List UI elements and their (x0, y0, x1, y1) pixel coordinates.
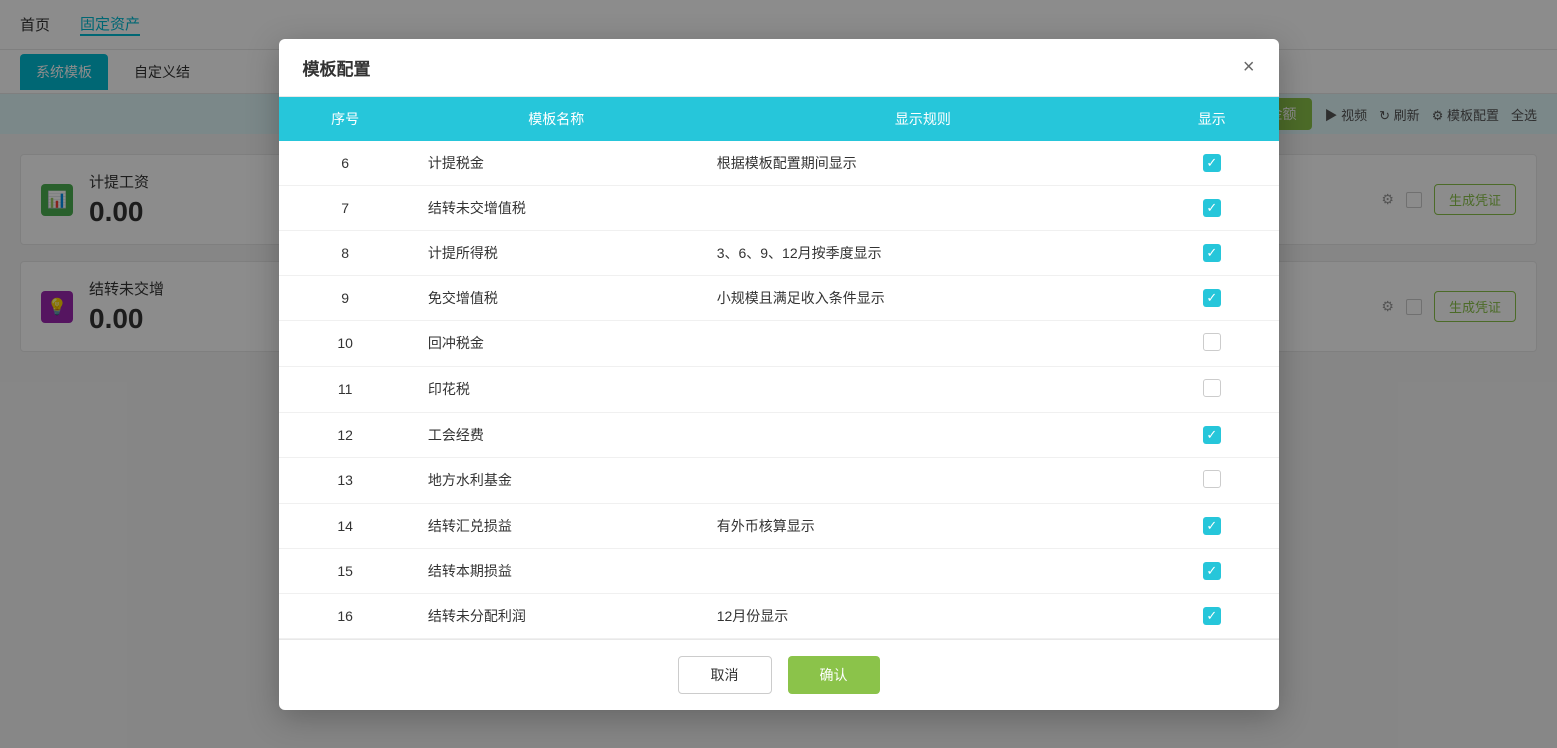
cell-name: 回冲税金 (412, 320, 701, 366)
col-header-rule: 显示规则 (701, 97, 1145, 141)
checkbox-checked[interactable]: ✓ (1203, 607, 1221, 625)
cell-display[interactable] (1145, 366, 1278, 412)
cell-display[interactable]: ✓ (1145, 412, 1278, 457)
table-row: 12工会经费 ✓ (279, 412, 1279, 457)
checkbox-checked[interactable]: ✓ (1203, 289, 1221, 307)
cell-name: 计提所得税 (412, 230, 701, 275)
config-table: 序号 模板名称 显示规则 显示 6计提税金根据模板配置期间显示✓7结转未交增值税… (279, 97, 1279, 639)
table-row: 7结转未交增值税 ✓ (279, 185, 1279, 230)
checkbox-unchecked[interactable] (1203, 333, 1221, 351)
cell-name: 地方水利基金 (412, 457, 701, 503)
cell-display[interactable]: ✓ (1145, 141, 1278, 186)
table-header-row: 序号 模板名称 显示规则 显示 (279, 97, 1279, 141)
cell-display[interactable]: ✓ (1145, 548, 1278, 593)
table-row: 13地方水利基金 (279, 457, 1279, 503)
modal-footer: 取消 确认 (279, 639, 1279, 710)
modal-body: 序号 模板名称 显示规则 显示 6计提税金根据模板配置期间显示✓7结转未交增值税… (279, 97, 1279, 639)
col-header-display: 显示 (1145, 97, 1278, 141)
modal-overlay: 模板配置 × 序号 模板名称 显示规则 显示 6计提税金根据模板配置期间显示✓7… (0, 0, 1557, 748)
checkbox-checked[interactable]: ✓ (1203, 199, 1221, 217)
cell-rule (701, 185, 1145, 230)
table-row: 6计提税金根据模板配置期间显示 ✓ (279, 141, 1279, 186)
checkbox-unchecked[interactable] (1203, 379, 1221, 397)
cell-rule: 3、6、9、12月按季度显示 (701, 230, 1145, 275)
cell-name: 结转汇兑损益 (412, 503, 701, 548)
cell-id: 8 (279, 230, 412, 275)
cell-id: 14 (279, 503, 412, 548)
cell-rule: 小规模且满足收入条件显示 (701, 275, 1145, 320)
cell-rule (701, 457, 1145, 503)
cell-id: 16 (279, 593, 412, 638)
cell-name: 结转未分配利润 (412, 593, 701, 638)
table-row: 15结转本期损益 ✓ (279, 548, 1279, 593)
cell-display[interactable] (1145, 457, 1278, 503)
cell-id: 10 (279, 320, 412, 366)
checkbox-checked[interactable]: ✓ (1203, 517, 1221, 535)
table-row: 9免交增值税小规模且满足收入条件显示 ✓ (279, 275, 1279, 320)
cell-rule: 有外币核算显示 (701, 503, 1145, 548)
template-config-modal: 模板配置 × 序号 模板名称 显示规则 显示 6计提税金根据模板配置期间显示✓7… (279, 39, 1279, 710)
cell-rule: 根据模板配置期间显示 (701, 141, 1145, 186)
cell-rule (701, 548, 1145, 593)
col-header-id: 序号 (279, 97, 412, 141)
modal-close-button[interactable]: × (1243, 57, 1255, 77)
cell-id: 13 (279, 457, 412, 503)
confirm-button[interactable]: 确认 (788, 656, 880, 694)
table-row: 8计提所得税3、6、9、12月按季度显示 ✓ (279, 230, 1279, 275)
cell-id: 6 (279, 141, 412, 186)
cell-id: 9 (279, 275, 412, 320)
cell-id: 7 (279, 185, 412, 230)
cell-name: 计提税金 (412, 141, 701, 186)
cell-name: 免交增值税 (412, 275, 701, 320)
cell-name: 结转本期损益 (412, 548, 701, 593)
modal-title: 模板配置 (303, 55, 371, 80)
table-row: 14结转汇兑损益有外币核算显示 ✓ (279, 503, 1279, 548)
col-header-name: 模板名称 (412, 97, 701, 141)
cell-id: 11 (279, 366, 412, 412)
table-row: 11印花税 (279, 366, 1279, 412)
modal-header: 模板配置 × (279, 39, 1279, 97)
cell-display[interactable]: ✓ (1145, 503, 1278, 548)
cell-display[interactable]: ✓ (1145, 593, 1278, 638)
cell-rule (701, 366, 1145, 412)
cell-rule (701, 412, 1145, 457)
cancel-button[interactable]: 取消 (678, 656, 772, 694)
checkbox-checked[interactable]: ✓ (1203, 562, 1221, 580)
checkbox-unchecked[interactable] (1203, 470, 1221, 488)
cell-display[interactable]: ✓ (1145, 275, 1278, 320)
checkbox-checked[interactable]: ✓ (1203, 154, 1221, 172)
cell-rule: 12月份显示 (701, 593, 1145, 638)
cell-display[interactable] (1145, 320, 1278, 366)
cell-name: 工会经费 (412, 412, 701, 457)
cell-rule (701, 320, 1145, 366)
table-row: 16结转未分配利润12月份显示 ✓ (279, 593, 1279, 638)
cell-name: 印花税 (412, 366, 701, 412)
cell-id: 12 (279, 412, 412, 457)
cell-display[interactable]: ✓ (1145, 230, 1278, 275)
cell-display[interactable]: ✓ (1145, 185, 1278, 230)
checkbox-checked[interactable]: ✓ (1203, 244, 1221, 262)
table-row: 10回冲税金 (279, 320, 1279, 366)
cell-name: 结转未交增值税 (412, 185, 701, 230)
cell-id: 15 (279, 548, 412, 593)
checkbox-checked[interactable]: ✓ (1203, 426, 1221, 444)
